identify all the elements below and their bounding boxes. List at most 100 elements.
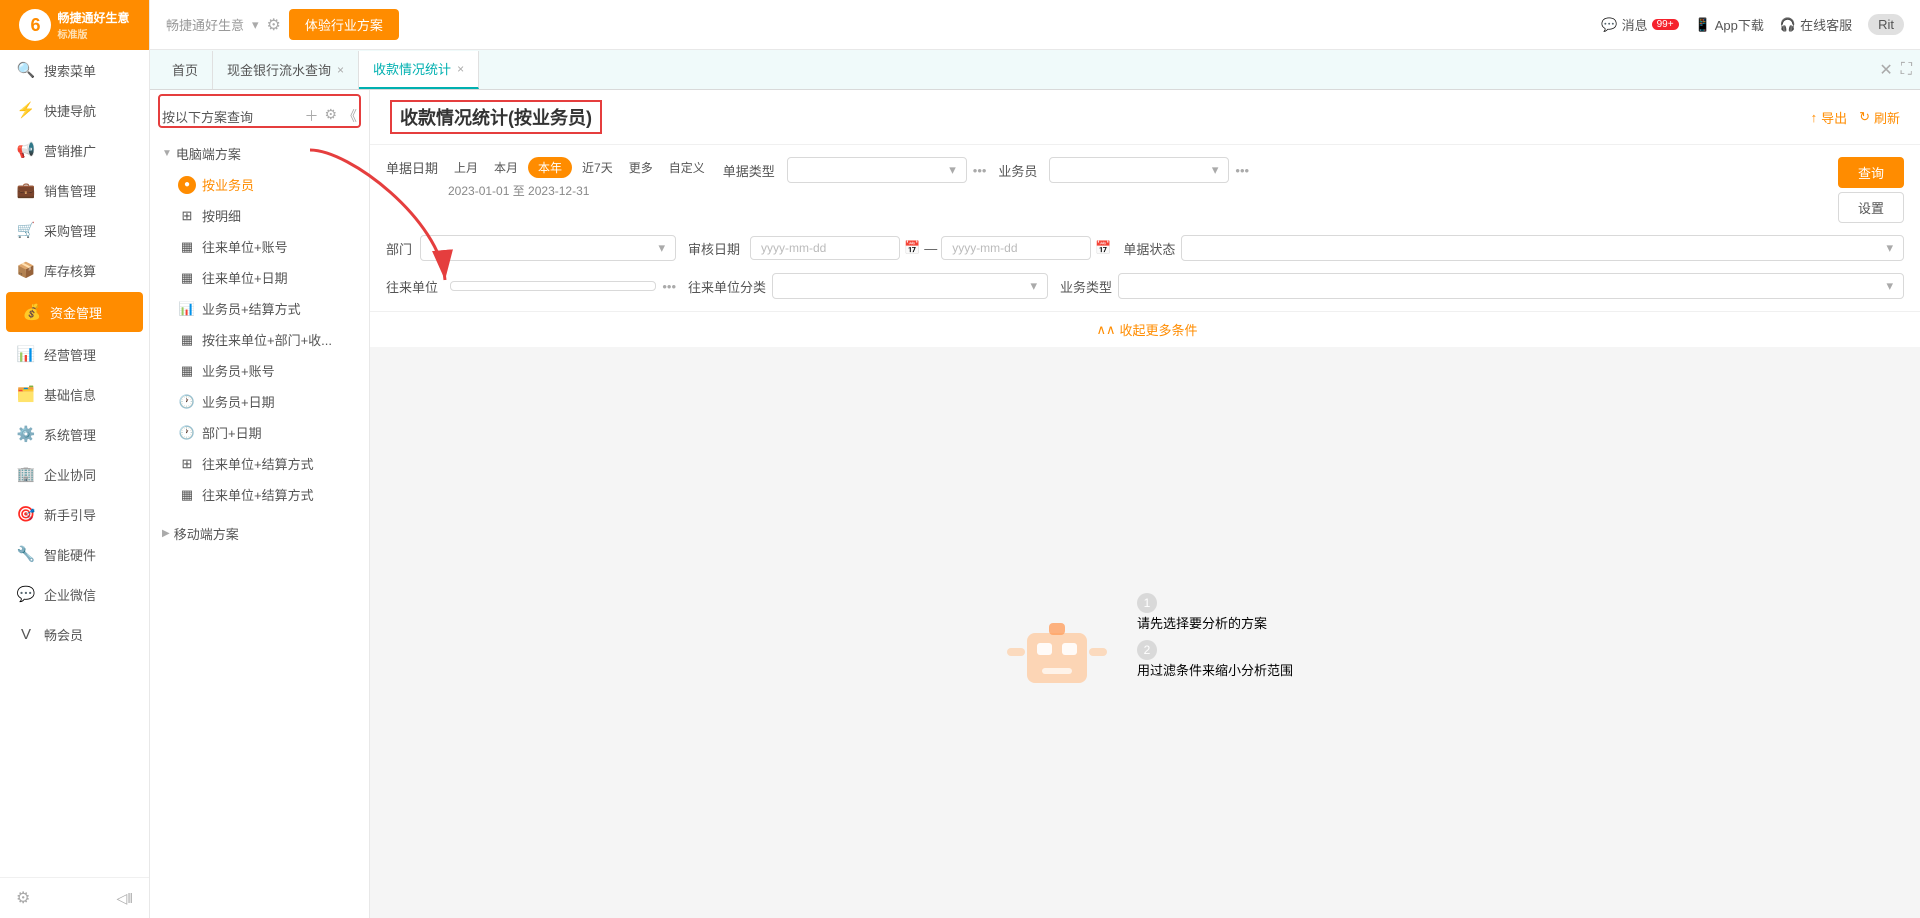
scheme-collapse-btn[interactable]: 《 <box>343 106 357 126</box>
scheme-icon-counterpart-dept-receipt: ▦ <box>178 331 196 349</box>
message-icon: 💬 <box>1601 17 1617 33</box>
sidebar-item-enterprise[interactable]: 🏢 企业协同 <box>0 454 149 494</box>
sidebar-item-hardware[interactable]: 🔧 智能硬件 <box>0 534 149 574</box>
date-shortcut-last-month[interactable]: 上月 <box>448 157 484 178</box>
header-gear-icon[interactable]: ⚙ <box>267 15 281 35</box>
header-dropdown-icon[interactable]: ▾ <box>252 17 259 33</box>
tab-receipts-close[interactable]: × <box>457 62 464 76</box>
mobile-section-header[interactable]: ▶ 移动端方案 <box>150 518 369 549</box>
scheme-item-by-detail[interactable]: ⊞ 按明细 <box>150 200 369 231</box>
sidebar-item-search-menu[interactable]: 🔍 搜索菜单 <box>0 50 149 90</box>
business-type-label: 业务类型 <box>1060 277 1112 296</box>
review-date-start[interactable]: yyyy-mm-dd <box>750 236 900 260</box>
sidebar-item-sales[interactable]: 💼 销售管理 <box>0 170 149 210</box>
sidebar-item-basic[interactable]: 🗂️ 基础信息 <box>0 374 149 414</box>
desktop-section-header[interactable]: ▼ 电脑端方案 <box>150 138 369 169</box>
sidebar-item-system[interactable]: ⚙️ 系统管理 <box>0 414 149 454</box>
date-shortcut-this-month[interactable]: 本月 <box>488 157 524 178</box>
breadcrumb: 畅捷通好生意 <box>166 15 244 34</box>
voucher-status-select[interactable]: ▾ <box>1181 235 1904 261</box>
user-name: Rit <box>1868 14 1904 35</box>
tab-home[interactable]: 首页 <box>158 51 213 89</box>
tab-receipts[interactable]: 收款情况统计 × <box>359 51 479 89</box>
tabs-close-all-icon[interactable]: ✕ <box>1879 60 1892 80</box>
sidebar-item-quick-nav[interactable]: ⚡ 快捷导航 <box>0 90 149 130</box>
salesperson-select[interactable]: ▾ <box>1049 157 1229 183</box>
scheme-item-by-salesperson[interactable]: ● 按业务员 <box>150 169 369 200</box>
app-download-btn[interactable]: 📱 App下载 <box>1695 15 1764 34</box>
counterpart-input[interactable] <box>450 281 656 291</box>
sidebar-item-finance[interactable]: 💰 资金管理 <box>6 292 143 332</box>
sidebar-label-enterprise: 企业协同 <box>44 465 96 484</box>
sidebar-label-wechat: 企业微信 <box>44 585 96 604</box>
sidebar-item-operations[interactable]: 📊 经营管理 <box>0 334 149 374</box>
tab-cash-flow[interactable]: 现金银行流水查询 × <box>213 51 359 89</box>
scheme-item-counterpart-account[interactable]: ▦ 往来单位+账号 <box>150 231 369 262</box>
sidebar-item-guide[interactable]: 🎯 新手引导 <box>0 494 149 534</box>
trial-btn[interactable]: 体验行业方案 <box>289 9 399 40</box>
sidebar-label-guide: 新手引导 <box>44 505 96 524</box>
date-shortcut-custom[interactable]: 自定义 <box>663 157 711 178</box>
sidebar-label-operations: 经营管理 <box>44 345 96 364</box>
empty-state: 1 请先选择要分析的方案 2 用过滤条件来缩小分析范围 <box>997 593 1293 713</box>
top-header: 畅捷通好生意 ▾ ⚙ 体验行业方案 💬 消息 99+ 📱 App下载 🎧 在线客… <box>150 0 1920 50</box>
scheme-item-salesperson-account[interactable]: ▦ 业务员+账号 <box>150 355 369 386</box>
sidebar-icon-hardware: 🔧 <box>16 544 36 564</box>
voucher-type-select[interactable]: ▾ <box>787 157 967 183</box>
counterpart-label: 往来单位 <box>386 277 444 296</box>
salesperson-label: 业务员 <box>998 161 1043 180</box>
business-type-select[interactable]: ▾ <box>1118 273 1904 299</box>
date-shortcut-more[interactable]: 更多 <box>623 157 659 178</box>
review-date-group: 审核日期 yyyy-mm-dd 📅 — yyyy-mm-dd 📅 <box>688 236 1111 260</box>
dept-select[interactable]: ▾ <box>420 235 676 261</box>
settings-filter-btn[interactable]: 设置 <box>1838 192 1904 223</box>
sidebar: 6 畅捷通好生意 标准版 🔍 搜索菜单 ⚡ 快捷导航 📢 营销推广 💼 销售管理… <box>0 0 150 918</box>
header-left: 畅捷通好生意 ▾ ⚙ 体验行业方案 <box>166 9 399 40</box>
sidebar-item-member[interactable]: V 畅会员 <box>0 614 149 654</box>
sidebar-settings-icon[interactable]: ⚙ <box>16 888 30 908</box>
sidebar-item-purchase[interactable]: 🛒 采购管理 <box>0 210 149 250</box>
user-avatar[interactable]: Rit <box>1868 14 1904 35</box>
business-type-group: 业务类型 ▾ <box>1060 273 1904 299</box>
step2-num: 2 <box>1137 640 1157 660</box>
tab-cash-flow-close[interactable]: × <box>337 63 344 77</box>
query-btn[interactable]: 查询 <box>1838 157 1904 188</box>
voucher-type-more-icon[interactable]: ••• <box>973 163 987 178</box>
sidebar-item-inventory[interactable]: 📦 库存核算 <box>0 250 149 290</box>
scheme-label-counterpart-settlement2: 往来单位+结算方式 <box>202 485 314 504</box>
scheme-item-counterpart-date[interactable]: ▦ 往来单位+日期 <box>150 262 369 293</box>
scheme-icon-counterpart-date: ▦ <box>178 269 196 287</box>
add-scheme-btn[interactable]: ＋ <box>304 106 318 126</box>
scheme-item-salesperson-date[interactable]: 🕐 业务员+日期 <box>150 386 369 417</box>
scheme-item-counterpart-dept-receipt[interactable]: ▦ 按往来单位+部门+收... <box>150 324 369 355</box>
scheme-label-salesperson-settlement: 业务员+结算方式 <box>202 299 301 318</box>
tabs-maximize-icon[interactable]: ⛶ <box>1901 61 1912 79</box>
review-date-calendar1[interactable]: 📅 <box>904 240 920 256</box>
sidebar-item-wechat[interactable]: 💬 企业微信 <box>0 574 149 614</box>
scheme-item-dept-date[interactable]: 🕐 部门+日期 <box>150 417 369 448</box>
message-btn[interactable]: 💬 消息 99+ <box>1601 15 1678 34</box>
online-service-btn[interactable]: 🎧 在线客服 <box>1780 15 1852 34</box>
collapse-more-btn[interactable]: ∧∧ 收起更多条件 <box>370 311 1920 347</box>
tab-receipts-label: 收款情况统计 <box>373 59 451 78</box>
step1: 1 请先选择要分析的方案 <box>1137 593 1293 632</box>
sidebar-item-marketing[interactable]: 📢 营销推广 <box>0 130 149 170</box>
counterpart-more-icon[interactable]: ••• <box>662 279 676 294</box>
sidebar-collapse-icon[interactable]: ◁‖ <box>116 890 133 907</box>
salesperson-more-icon[interactable]: ••• <box>1235 163 1249 178</box>
scheme-item-salesperson-settlement[interactable]: 📊 业务员+结算方式 <box>150 293 369 324</box>
export-btn[interactable]: ↑ 导出 <box>1811 108 1848 127</box>
counterpart-category-select[interactable]: ▾ <box>772 273 1048 299</box>
date-shortcut-7days[interactable]: 近7天 <box>576 157 619 178</box>
date-shortcut-this-year[interactable]: 本年 <box>528 157 572 178</box>
left-panel-title: 按以下方案查询 <box>162 107 253 126</box>
scheme-settings-btn[interactable]: ⚙ <box>324 106 337 126</box>
date-range-text: 2023-01-01 至 2023-12-31 <box>386 182 711 199</box>
review-date-end[interactable]: yyyy-mm-dd <box>941 236 1091 260</box>
scheme-item-counterpart-settlement1[interactable]: ⊞ 往来单位+结算方式 <box>150 448 369 479</box>
scheme-item-counterpart-settlement2[interactable]: ▦ 往来单位+结算方式 <box>150 479 369 510</box>
refresh-btn[interactable]: ↻ 刷新 <box>1859 108 1900 127</box>
voucher-type-chevron: ▾ <box>949 162 956 178</box>
salesperson-group: 业务员 ▾ ••• <box>998 157 1249 183</box>
review-date-calendar2[interactable]: 📅 <box>1095 240 1111 256</box>
